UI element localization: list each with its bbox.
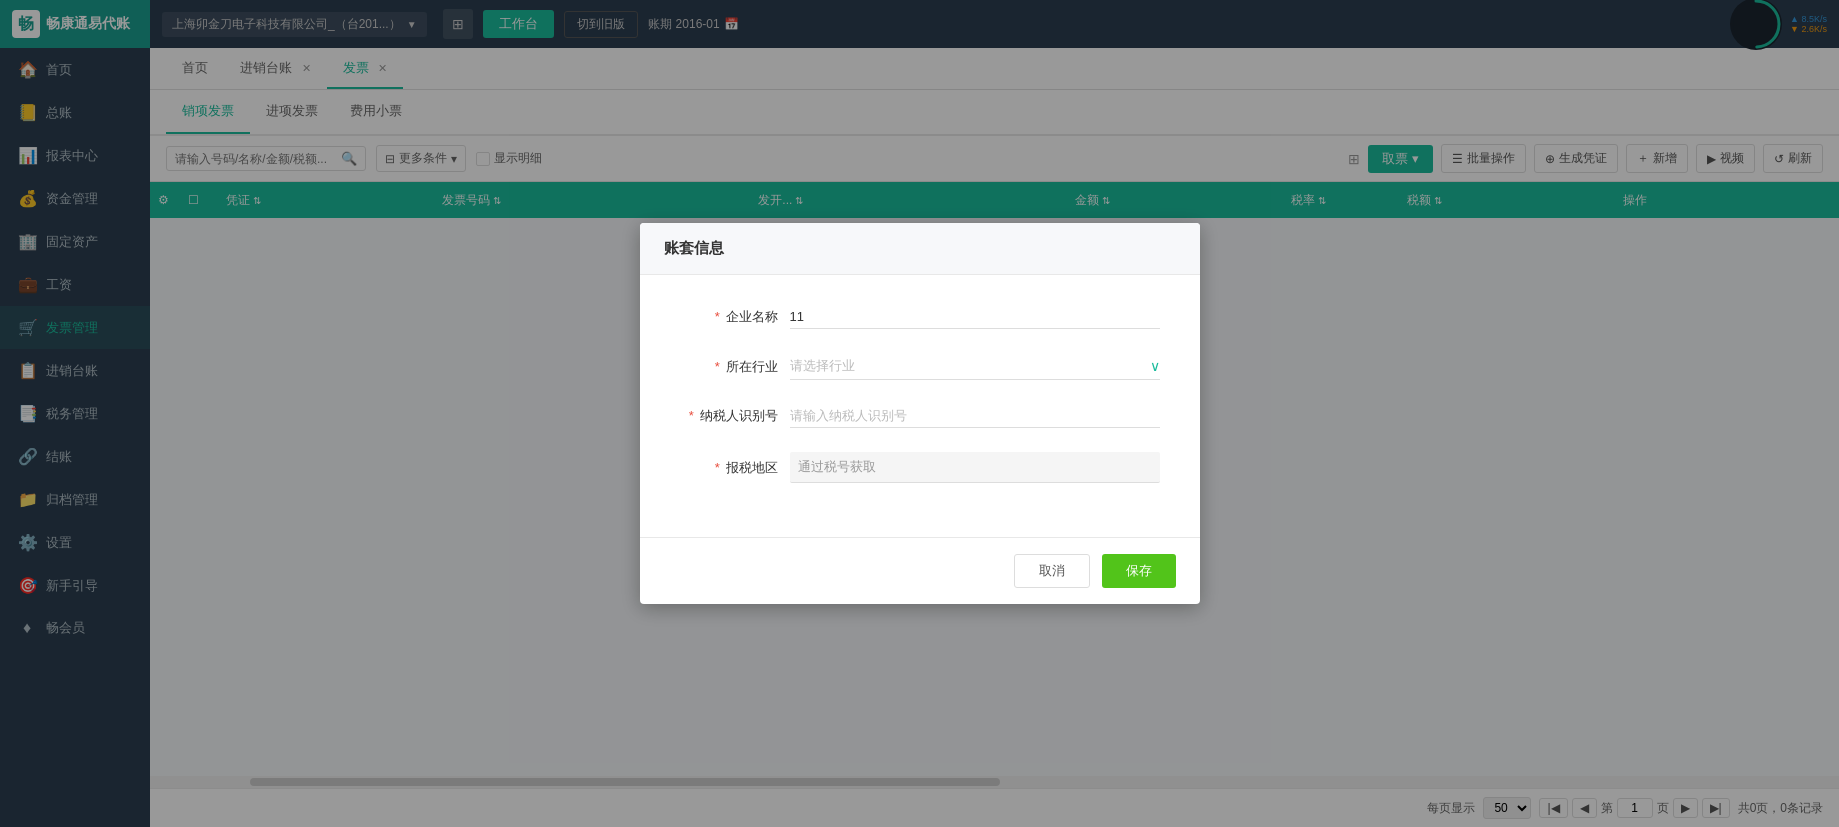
company-name-input[interactable]	[790, 305, 1160, 329]
modal-header: 账套信息	[640, 223, 1200, 275]
account-info-modal: 账套信息 * 企业名称 * 所在行业 请选择行业 ∨	[640, 223, 1200, 604]
form-row-industry: * 所在行业 请选择行业 ∨	[680, 353, 1160, 380]
required-star: *	[715, 309, 720, 324]
form-row-tax-id: * 纳税人识别号	[680, 404, 1160, 428]
required-star-3: *	[689, 408, 694, 423]
required-star-4: *	[715, 460, 720, 475]
tax-region-placeholder: 通过税号获取	[798, 459, 876, 474]
industry-select[interactable]: 请选择行业 ∨	[790, 353, 1160, 380]
modal-title: 账套信息	[664, 239, 724, 256]
form-label-industry: * 所在行业	[680, 358, 790, 376]
modal-overlay[interactable]: 账套信息 * 企业名称 * 所在行业 请选择行业 ∨	[0, 0, 1839, 827]
form-label-company-name: * 企业名称	[680, 308, 790, 326]
tax-id-input[interactable]	[790, 404, 1160, 428]
save-button[interactable]: 保存	[1102, 554, 1176, 588]
form-label-tax-region: * 报税地区	[680, 459, 790, 477]
industry-chevron-icon: ∨	[1150, 358, 1160, 374]
form-row-tax-region: * 报税地区 通过税号获取	[680, 452, 1160, 483]
form-row-company-name: * 企业名称	[680, 305, 1160, 329]
cancel-button[interactable]: 取消	[1014, 554, 1090, 588]
modal-footer: 取消 保存	[640, 537, 1200, 604]
industry-placeholder: 请选择行业	[790, 357, 855, 375]
form-label-tax-id: * 纳税人识别号	[680, 407, 790, 425]
tax-region-disabled-input: 通过税号获取	[790, 452, 1160, 483]
modal-body: * 企业名称 * 所在行业 请选择行业 ∨ * 纳	[640, 275, 1200, 537]
required-star-2: *	[715, 359, 720, 374]
